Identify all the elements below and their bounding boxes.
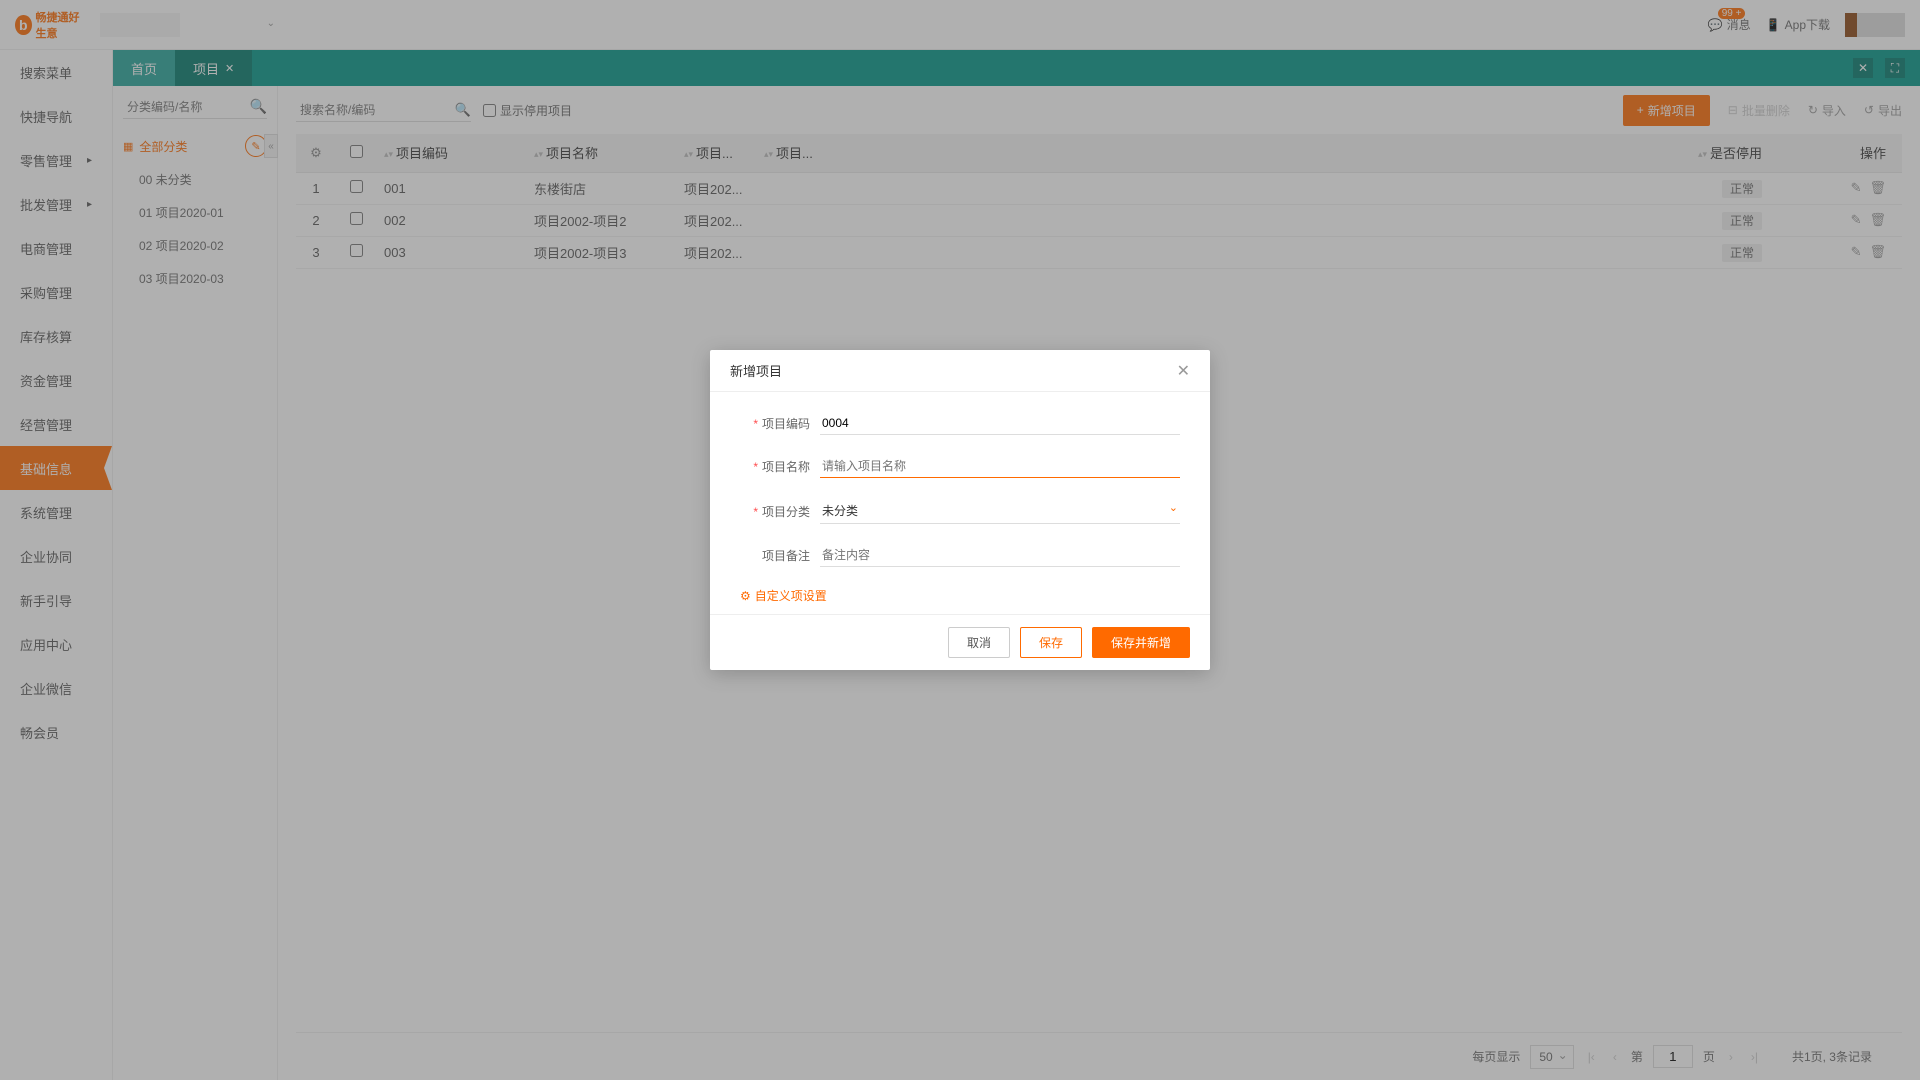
remark-label: 项目备注 <box>740 547 820 564</box>
cat-label: *项目分类 <box>740 503 820 520</box>
name-label: *项目名称 <box>740 458 820 475</box>
gear-icon: ⚙ <box>740 589 751 603</box>
save-add-button[interactable]: 保存并新增 <box>1092 627 1190 658</box>
cat-value: 未分类 <box>820 498 1180 523</box>
name-input[interactable] <box>820 455 1180 478</box>
custom-label: 自定义项设置 <box>755 587 827 604</box>
cat-select[interactable]: 未分类 ⌄ <box>820 498 1180 524</box>
code-input[interactable] <box>820 412 1180 435</box>
chevron-down-icon: ⌄ <box>1169 501 1178 514</box>
modal-close-button[interactable]: ✕ <box>1177 361 1190 381</box>
modal-title: 新增项目 <box>730 361 782 380</box>
cancel-button[interactable]: 取消 <box>948 627 1010 658</box>
remark-input[interactable] <box>820 544 1180 567</box>
code-label: *项目编码 <box>740 415 820 432</box>
custom-fields-link[interactable]: ⚙ 自定义项设置 <box>740 587 1180 604</box>
save-button[interactable]: 保存 <box>1020 627 1082 658</box>
add-project-modal: 新增项目 ✕ *项目编码 *项目名称 *项目分类 未分类 ⌄ 项目备注 <box>710 350 1210 670</box>
modal-overlay: 新增项目 ✕ *项目编码 *项目名称 *项目分类 未分类 ⌄ 项目备注 <box>0 0 1920 1080</box>
